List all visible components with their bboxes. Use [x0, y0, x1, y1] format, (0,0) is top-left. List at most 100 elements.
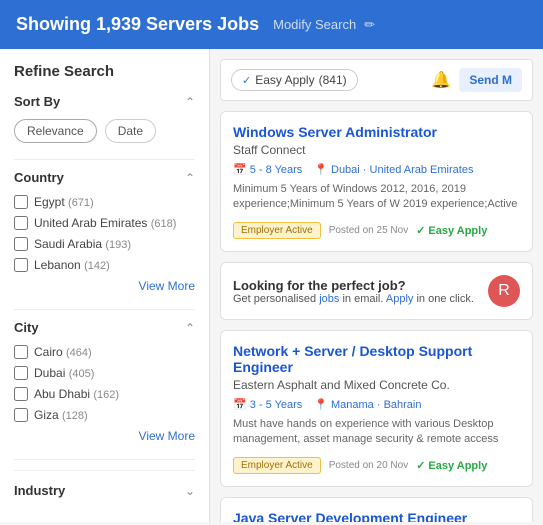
country-header: Country ⌃ — [14, 170, 195, 185]
job-meta-2: 📅 3 - 5 Years 📍 Manama · Bahrain — [233, 398, 520, 411]
city-giza-checkbox[interactable] — [14, 408, 28, 422]
content-area: ✓ Easy Apply (841) 🔔 Send M Windows Serv… — [210, 49, 543, 522]
sort-by-label: Sort By — [14, 94, 60, 109]
city-cairo-label: Cairo (464) — [34, 345, 92, 359]
country-saudi: Saudi Arabia (193) — [14, 237, 195, 251]
relevance-sort-button[interactable]: Relevance — [14, 119, 97, 143]
easy-apply-button-1[interactable]: ✓ Easy Apply — [416, 224, 487, 237]
employer-badge-1: Employer Active — [233, 222, 321, 239]
industry-header[interactable]: Industry ⌄ — [14, 483, 195, 498]
city-dubai-label: Dubai (405) — [34, 366, 94, 380]
easy-apply-label-1: Easy Apply — [428, 225, 487, 237]
refine-search-title: Refine Search — [14, 63, 195, 80]
city-giza: Giza (128) — [14, 408, 195, 422]
country-lebanon: Lebanon (142) — [14, 258, 195, 272]
city-chevron-icon: ⌃ — [185, 321, 195, 335]
country-uae: United Arab Emirates (618) — [14, 216, 195, 230]
sidebar: Refine Search Sort By ⌃ Relevance Date C… — [0, 49, 210, 522]
filter-tag-count: (841) — [319, 73, 347, 87]
sort-buttons: Relevance Date — [14, 119, 195, 143]
banner-main-text: Looking for the perfect job? — [233, 278, 474, 293]
page-header: Showing 1,939 Servers Jobs Modify Search… — [0, 0, 543, 49]
country-egypt-label: Egypt (671) — [34, 195, 94, 209]
banner-text: Looking for the perfect job? Get persona… — [233, 278, 474, 305]
country-uae-label: United Arab Emirates (618) — [34, 216, 176, 230]
country-lebanon-checkbox[interactable] — [14, 258, 28, 272]
pin-icon-1: 📍 — [314, 163, 328, 176]
industry-section: Industry ⌄ — [14, 470, 195, 498]
employer-badge-2: Employer Active — [233, 457, 321, 474]
main-container: Refine Search Sort By ⌃ Relevance Date C… — [0, 49, 543, 522]
easy-apply-filter-tag[interactable]: ✓ Easy Apply (841) — [231, 69, 358, 91]
banner-register-button[interactable]: R — [488, 275, 520, 307]
modify-search-link[interactable]: Modify Search — [273, 17, 356, 32]
pin-icon-2: 📍 — [314, 398, 328, 411]
country-egypt-checkbox[interactable] — [14, 195, 28, 209]
city-abudhabi: Abu Dhabi (162) — [14, 387, 195, 401]
send-me-button[interactable]: Send M — [459, 68, 522, 92]
city-header: City ⌃ — [14, 320, 195, 335]
country-chevron-icon: ⌃ — [185, 171, 195, 185]
sort-by-header: Sort By ⌃ — [14, 94, 195, 109]
calendar-icon-1: 📅 — [233, 163, 247, 176]
date-sort-button[interactable]: Date — [105, 119, 156, 143]
city-label: City — [14, 320, 39, 335]
experience-text-1: 5 - 8 Years — [250, 164, 303, 176]
job-title-2[interactable]: Network + Server / Desktop Support Engin… — [233, 343, 520, 375]
job-card-2: Network + Server / Desktop Support Engin… — [220, 330, 533, 487]
city-abudhabi-label: Abu Dhabi (162) — [34, 387, 119, 401]
pencil-icon: ✏ — [364, 17, 375, 33]
country-label: Country — [14, 170, 64, 185]
city-cairo-checkbox[interactable] — [14, 345, 28, 359]
country-section: Country ⌃ Egypt (671) United Arab Emirat… — [14, 170, 195, 293]
easy-apply-check-icon-1: ✓ — [416, 224, 425, 237]
job-meta-1: 📅 5 - 8 Years 📍 Dubai · United Arab Emir… — [233, 163, 520, 176]
filter-tag-label: Easy Apply — [255, 73, 314, 87]
experience-text-2: 3 - 5 Years — [250, 399, 303, 411]
country-uae-checkbox[interactable] — [14, 216, 28, 230]
banner-sub-text: Get personalised jobs in email. Apply in… — [233, 293, 474, 305]
location-text-2: Manama · Bahrain — [331, 399, 422, 411]
location-meta-2: 📍 Manama · Bahrain — [314, 398, 421, 411]
city-section: City ⌃ Cairo (464) Dubai (405) Abu Dhabi… — [14, 320, 195, 443]
banner-jobs-link[interactable]: jobs — [319, 293, 339, 305]
easy-apply-button-2[interactable]: ✓ Easy Apply — [416, 459, 487, 472]
easy-apply-check-icon-2: ✓ — [416, 459, 425, 472]
company-name-1: Staff Connect — [233, 143, 520, 157]
country-lebanon-label: Lebanon (142) — [34, 258, 110, 272]
job-desc-1: Minimum 5 Years of Windows 2012, 2016, 2… — [233, 182, 520, 214]
country-egypt: Egypt (671) — [14, 195, 195, 209]
job-desc-2: Must have hands on experience with vario… — [233, 417, 520, 449]
personalised-banner: Looking for the perfect job? Get persona… — [220, 262, 533, 320]
industry-label: Industry — [14, 483, 65, 498]
company-name-2: Eastern Asphalt and Mixed Concrete Co. — [233, 378, 520, 392]
location-text-1: Dubai · United Arab Emirates — [331, 164, 473, 176]
experience-meta-2: 📅 3 - 5 Years — [233, 398, 302, 411]
easy-apply-label-2: Easy Apply — [428, 460, 487, 472]
city-view-more[interactable]: View More — [14, 429, 195, 443]
job-title-3[interactable]: Java Server Development Engineer — [233, 510, 520, 522]
city-dubai: Dubai (405) — [14, 366, 195, 380]
check-icon: ✓ — [242, 74, 251, 87]
calendar-icon-2: 📅 — [233, 398, 247, 411]
industry-chevron-icon: ⌄ — [185, 484, 195, 498]
job-title-1[interactable]: Windows Server Administrator — [233, 124, 520, 140]
filter-bar: ✓ Easy Apply (841) 🔔 Send M — [220, 59, 533, 101]
banner-apply-link[interactable]: Apply — [386, 293, 414, 305]
country-saudi-checkbox[interactable] — [14, 237, 28, 251]
country-view-more[interactable]: View More — [14, 279, 195, 293]
sort-by-section: Sort By ⌃ Relevance Date — [14, 94, 195, 143]
job-card-1: Windows Server Administrator Staff Conne… — [220, 111, 533, 252]
city-giza-label: Giza (128) — [34, 408, 88, 422]
posted-date-2: Posted on 20 Nov — [329, 460, 409, 471]
city-cairo: Cairo (464) — [14, 345, 195, 359]
page-title: Showing 1,939 Servers Jobs — [16, 14, 259, 35]
bell-icon[interactable]: 🔔 — [431, 70, 451, 90]
city-abudhabi-checkbox[interactable] — [14, 387, 28, 401]
location-meta-1: 📍 Dubai · United Arab Emirates — [314, 163, 473, 176]
job-card-3: Java Server Development Engineer BAYANAT… — [220, 497, 533, 522]
job-footer-2: Employer Active Posted on 20 Nov ✓ Easy … — [233, 457, 520, 474]
city-dubai-checkbox[interactable] — [14, 366, 28, 380]
job-footer-1: Employer Active Posted on 25 Nov ✓ Easy … — [233, 222, 520, 239]
sort-by-chevron-icon: ⌃ — [185, 95, 195, 109]
